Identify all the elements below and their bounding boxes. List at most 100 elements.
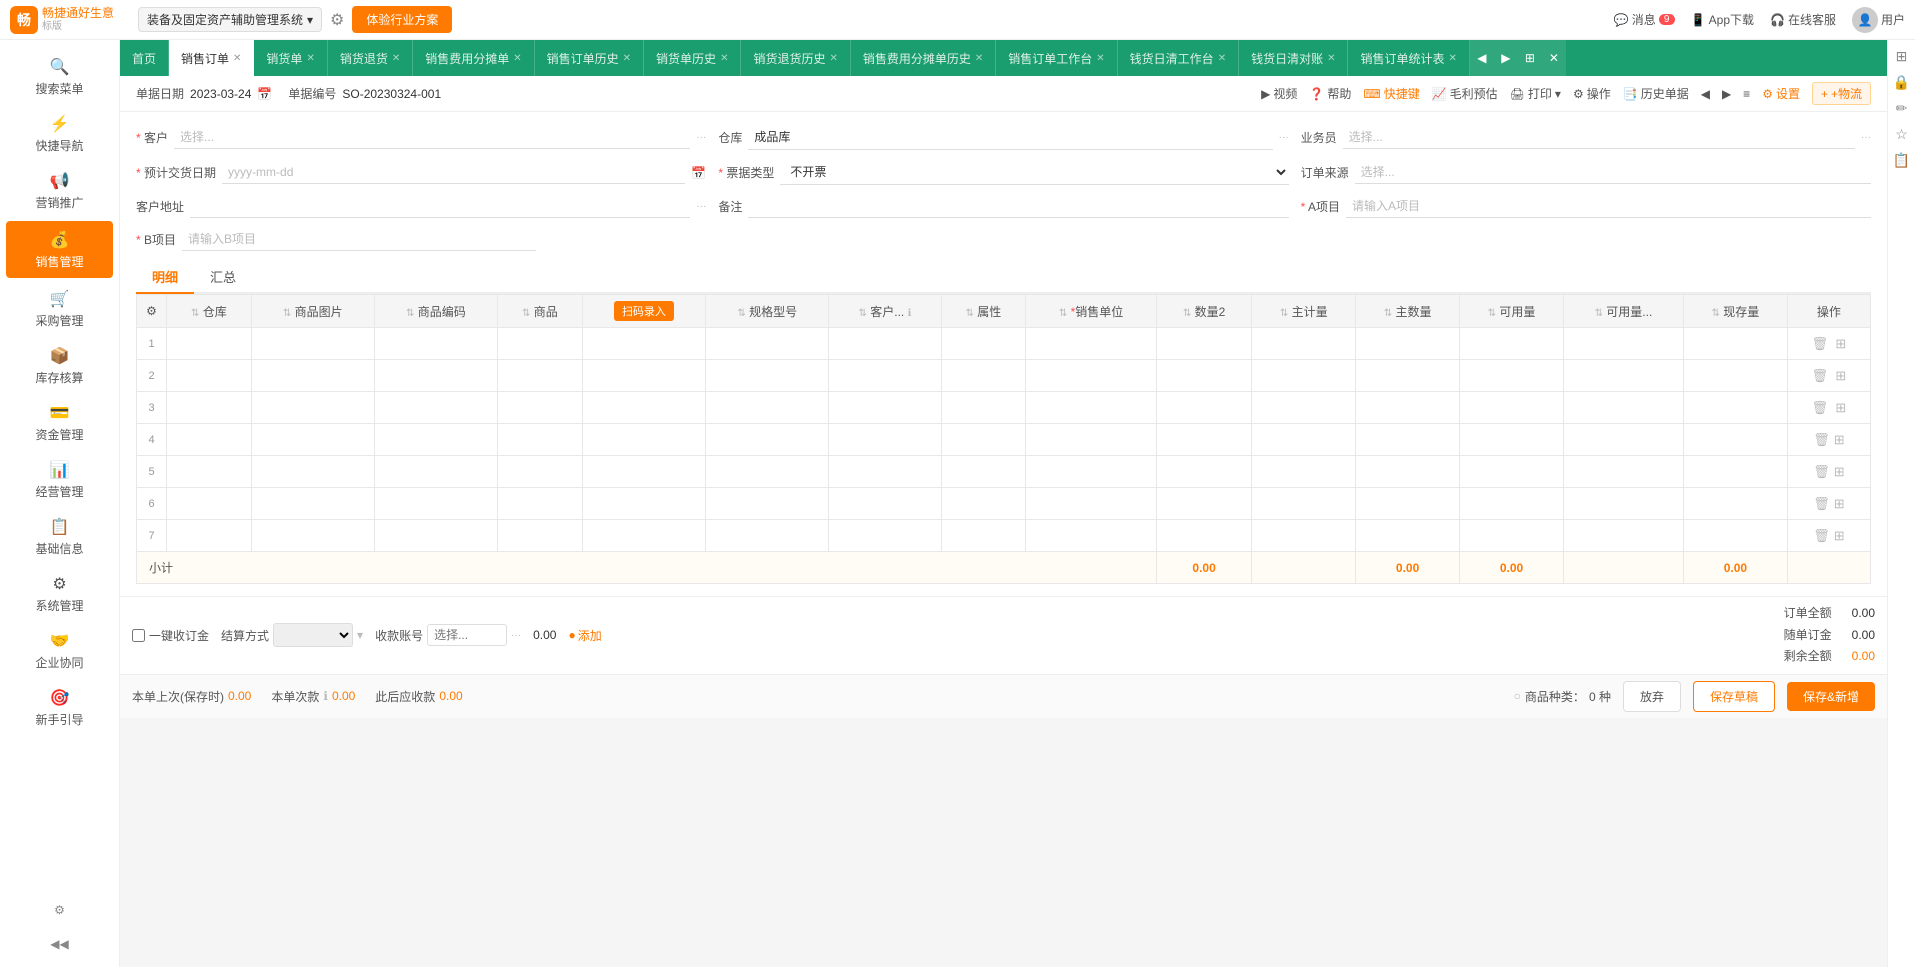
sort-icon-avail[interactable]: ⇅ — [1488, 308, 1496, 319]
user-menu[interactable]: 👤 用户 — [1852, 7, 1905, 33]
sort-icon-code[interactable]: ⇅ — [406, 308, 414, 319]
col-settings[interactable]: ⚙ — [137, 295, 167, 328]
tab-close-expense[interactable]: ✕ — [513, 53, 521, 64]
row-7-delete-btn[interactable]: 🗑 — [1811, 526, 1832, 546]
row-1-delete-btn[interactable]: 🗑 — [1810, 334, 1831, 354]
tab-close-expense-history[interactable]: ✕ — [975, 53, 983, 64]
warehouse-more-icon[interactable]: ··· — [1279, 132, 1289, 143]
add-payment-btn[interactable]: ● 添加 — [568, 627, 601, 644]
row-3-code[interactable] — [374, 392, 497, 424]
sidebar-item-purchase[interactable]: 🛒 采购管理 — [0, 280, 119, 337]
one-click-payment-checkbox[interactable]: 一键收订金 — [132, 627, 209, 644]
row-3-delete-btn[interactable]: 🗑 — [1810, 398, 1831, 418]
sort-icon[interactable]: ⇅ — [191, 308, 199, 319]
row-2-delete-btn[interactable]: 🗑 — [1810, 366, 1831, 386]
one-click-checkbox[interactable] — [132, 629, 145, 642]
prev-page-btn[interactable]: ◀ — [1701, 87, 1710, 101]
row-6-copy-btn[interactable]: ⊞ — [1832, 494, 1847, 514]
row-2-code[interactable] — [374, 360, 497, 392]
next-page-btn[interactable]: ▶ — [1722, 87, 1731, 101]
row-6-delete-btn[interactable]: 🗑 — [1811, 494, 1832, 514]
row-2-mqty[interactable] — [1356, 360, 1460, 392]
sidebar-item-sales[interactable]: 💰 销售管理 — [6, 221, 113, 278]
row-2-spec[interactable] — [706, 360, 829, 392]
right-tool-grid[interactable]: ⊞ — [1890, 44, 1914, 68]
delivery-date-input[interactable] — [222, 161, 685, 184]
order-source-input[interactable] — [1355, 161, 1871, 184]
row-7-copy-btn[interactable]: ⊞ — [1832, 526, 1847, 546]
row-2-unit[interactable] — [1026, 360, 1157, 392]
sidebar-item-collab[interactable]: 🤝 企业协同 — [0, 622, 119, 679]
tab-home[interactable]: 首页 — [120, 40, 169, 76]
row-3-spec[interactable] — [706, 392, 829, 424]
view-video-btn[interactable]: ▶ 视频 — [1261, 85, 1297, 102]
scan-btn[interactable]: 扫码录入 — [614, 301, 674, 321]
row-2-product[interactable] — [498, 360, 583, 392]
tab-prev-btn[interactable]: ◀ — [1470, 40, 1494, 76]
right-tool-star[interactable]: ☆ — [1890, 122, 1914, 146]
row-4-copy-btn[interactable]: ⊞ — [1832, 430, 1847, 450]
right-tool-lock[interactable]: 🔒 — [1890, 70, 1914, 94]
discard-btn[interactable]: 放弃 — [1623, 681, 1681, 712]
tab-close-stats[interactable]: ✕ — [1449, 53, 1457, 64]
sort-icon-product[interactable]: ⇅ — [522, 308, 530, 319]
row-1-unit[interactable] — [1026, 328, 1157, 360]
salesperson-more-icon[interactable]: ··· — [1861, 132, 1871, 143]
app-download-btn[interactable]: 📱 App下载 — [1691, 11, 1754, 28]
row-1-cattr[interactable] — [829, 328, 941, 360]
row-3-product[interactable] — [498, 392, 583, 424]
row-1-qty2[interactable] — [1156, 328, 1251, 360]
sidebar-item-base[interactable]: 📋 基础信息 — [0, 508, 119, 565]
tab-return-history[interactable]: 销货退货历史 ✕ — [741, 40, 850, 76]
row-5-delete-btn[interactable]: 🗑 — [1811, 462, 1832, 482]
info-icon[interactable]: ℹ — [908, 308, 912, 319]
sort-icon-img[interactable]: ⇅ — [283, 308, 291, 319]
tab-expense-history[interactable]: 销售费用分摊单历史 ✕ — [851, 40, 996, 76]
tab-detail[interactable]: 明细 — [136, 261, 194, 294]
sidebar-item-inventory[interactable]: 📦 库存核算 — [0, 337, 119, 394]
row-3-unit[interactable] — [1026, 392, 1157, 424]
customer-address-input[interactable] — [190, 195, 690, 218]
row-4-delete-btn[interactable]: 🗑 — [1811, 430, 1832, 450]
row-3-copy-btn[interactable]: ⊞ — [1833, 398, 1848, 418]
tab-stats[interactable]: 销售订单统计表 ✕ — [1348, 40, 1469, 76]
save-draft-btn[interactable]: 保存草稿 — [1693, 681, 1775, 712]
sort-icon-munit[interactable]: ⇅ — [1280, 308, 1288, 319]
sidebar-item-search[interactable]: 🔍 搜索菜单 — [0, 48, 119, 105]
info-icon-footer[interactable]: ℹ — [323, 689, 328, 703]
settings-icon[interactable]: ⚙ — [330, 10, 344, 30]
sort-icon-spec[interactable]: ⇅ — [737, 308, 745, 319]
sort-icon-qty2[interactable]: ⇅ — [1183, 308, 1191, 319]
row-1-copy-btn[interactable]: ⊞ — [1833, 334, 1848, 354]
tab-cash-reconcile[interactable]: 钱货日清对账 ✕ — [1239, 40, 1348, 76]
calendar-icon[interactable]: 📅 — [257, 87, 272, 101]
tab-close-return-history[interactable]: ✕ — [829, 53, 837, 64]
project-a-input[interactable] — [1346, 195, 1871, 218]
tab-close-sales-order[interactable]: ✕ — [233, 53, 241, 64]
help-btn[interactable]: ❓ 帮助 — [1309, 85, 1351, 102]
row-3-mqty[interactable] — [1356, 392, 1460, 424]
sidebar-item-newbie[interactable]: 🎯 新手引导 — [0, 679, 119, 736]
print-btn[interactable]: 🖨 打印 ▾ — [1510, 85, 1561, 102]
tab-close-return[interactable]: ✕ — [392, 53, 400, 64]
row-5-copy-btn[interactable]: ⊞ — [1832, 462, 1847, 482]
tab-sales-invoice[interactable]: 销货单 ✕ — [254, 40, 327, 76]
tab-next-btn[interactable]: ▶ — [1494, 40, 1518, 76]
row-2-copy-btn[interactable]: ⊞ — [1833, 366, 1848, 386]
sidebar-toggle-btn[interactable]: ◀◀ — [0, 929, 119, 959]
row-1-warehouse[interactable] — [167, 328, 252, 360]
save-new-btn[interactable]: 保存&新增 — [1787, 682, 1875, 711]
sort-icon-attr[interactable]: ⇅ — [966, 308, 974, 319]
tab-order-workbench[interactable]: 销售订单工作台 ✕ — [996, 40, 1117, 76]
sidebar-item-marketing[interactable]: 📢 营销推广 — [0, 162, 119, 219]
tab-summary[interactable]: 汇总 — [194, 261, 252, 294]
history-btn[interactable]: 📑 历史单据 — [1623, 85, 1689, 102]
industry-btn[interactable]: 体验行业方案 — [352, 6, 452, 33]
tab-close-order-history[interactable]: ✕ — [623, 53, 631, 64]
sort-icon-avail2[interactable]: ⇅ — [1595, 308, 1603, 319]
tab-order-history[interactable]: 销售订单历史 ✕ — [535, 40, 644, 76]
tab-close-sales-invoice[interactable]: ✕ — [306, 53, 314, 64]
message-btn[interactable]: 💬 消息 9 — [1614, 11, 1675, 28]
shortcut-btn[interactable]: ⌨ 快捷键 — [1363, 85, 1419, 102]
sidebar-item-management[interactable]: 📊 经营管理 — [0, 451, 119, 508]
